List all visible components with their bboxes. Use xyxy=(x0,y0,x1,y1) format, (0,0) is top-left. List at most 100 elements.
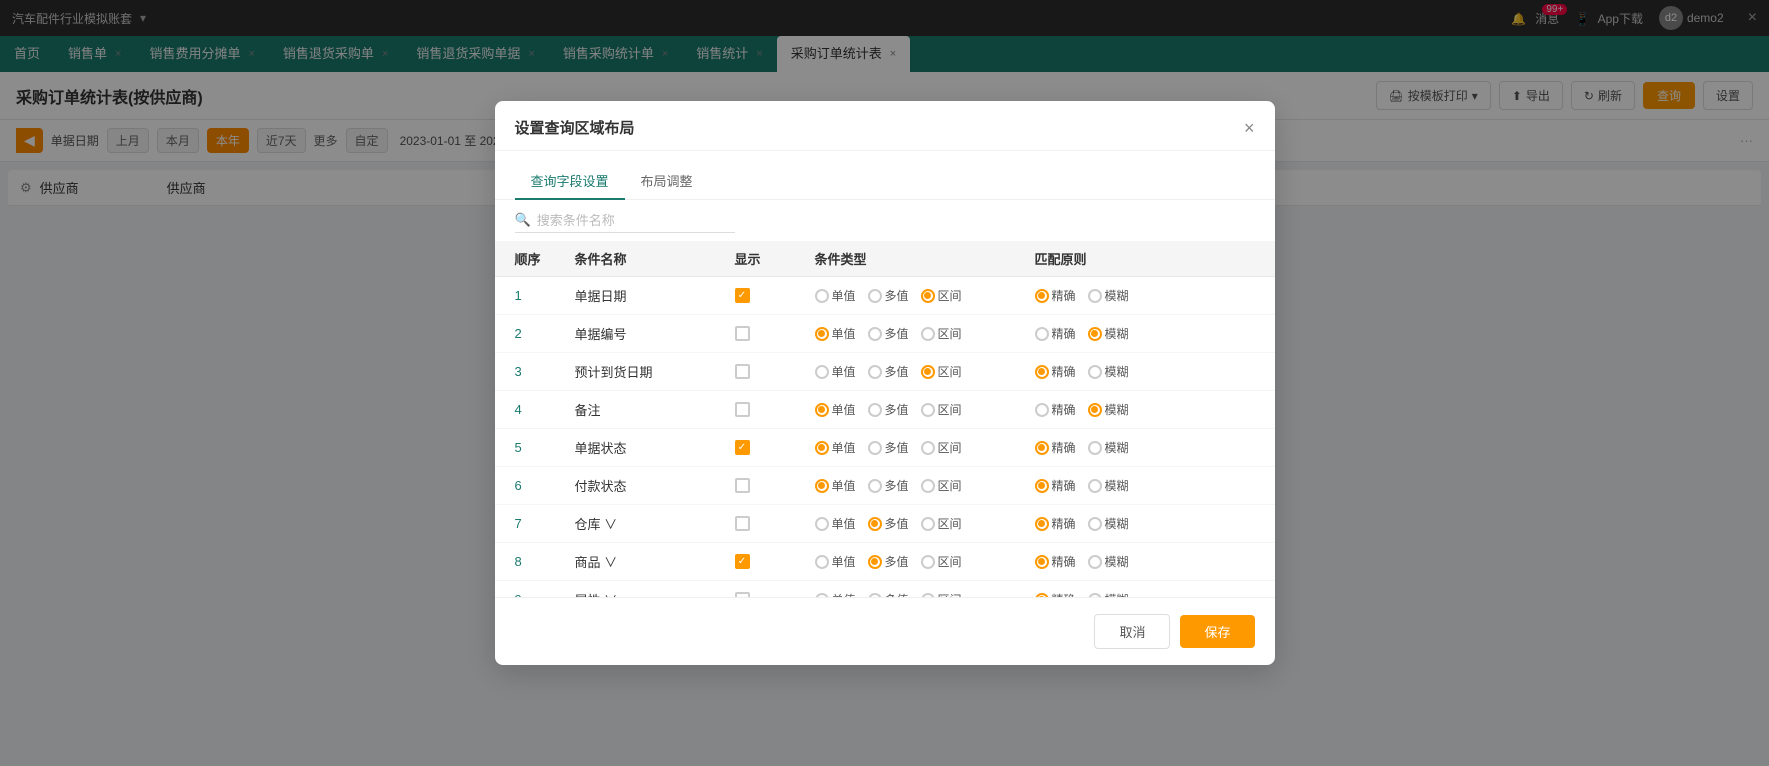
row-name: 备注 xyxy=(575,400,735,419)
row-show-checkbox[interactable] xyxy=(735,440,750,455)
row-show-checkbox[interactable] xyxy=(735,326,750,341)
radio-circle-multi xyxy=(868,289,882,303)
radio-match-fuzzy[interactable]: 模糊 xyxy=(1088,477,1129,494)
row-show-checkbox[interactable] xyxy=(735,516,750,531)
radio-type-multi[interactable]: 多值 xyxy=(868,439,909,456)
radio-circle-single xyxy=(815,517,829,531)
radio-type-single[interactable]: 单值 xyxy=(815,553,856,570)
row-order: 7 xyxy=(515,516,575,531)
radio-circle-match-exact xyxy=(1035,555,1049,569)
table-row: 6付款状态 单值多值区间 精确模糊 xyxy=(495,467,1275,505)
radio-match-exact[interactable]: 精确 xyxy=(1035,477,1076,494)
search-input[interactable] xyxy=(537,213,717,228)
radio-match-fuzzy[interactable]: 模糊 xyxy=(1088,439,1129,456)
radio-circle-multi xyxy=(868,365,882,379)
radio-type-multi[interactable]: 多值 xyxy=(868,515,909,532)
row-name: 属性 ∨ xyxy=(575,590,735,597)
radio-type-range[interactable]: 区间 xyxy=(921,553,962,570)
radio-circle-match-fuzzy xyxy=(1088,479,1102,493)
row-show-checkbox[interactable] xyxy=(735,288,750,303)
table-row: 1单据日期单值多值区间精确模糊 xyxy=(495,277,1275,315)
radio-circle-match-fuzzy xyxy=(1088,289,1102,303)
modal-tab-layout-label: 布局调整 xyxy=(641,174,693,189)
row-match-type: 精确模糊 xyxy=(1035,325,1255,342)
radio-type-range[interactable]: 区间 xyxy=(921,439,962,456)
radio-type-single[interactable]: 单值 xyxy=(815,401,856,418)
cancel-btn[interactable]: 取消 xyxy=(1094,614,1170,649)
row-match-type: 精确模糊 xyxy=(1035,515,1255,532)
row-order: 5 xyxy=(515,440,575,455)
radio-type-range[interactable]: 区间 xyxy=(921,325,962,342)
modal-header: 设置查询区域布局 × xyxy=(495,101,1275,151)
radio-type-multi[interactable]: 多值 xyxy=(868,477,909,494)
radio-type-range[interactable]: 区间 xyxy=(921,477,962,494)
row-name: 商品 ∨ xyxy=(575,552,735,571)
radio-match-exact[interactable]: 精确 xyxy=(1035,363,1076,380)
modal-title: 设置查询区域布局 xyxy=(515,117,635,138)
radio-type-range[interactable]: 区间 xyxy=(921,363,962,380)
radio-circle-single xyxy=(815,441,829,455)
save-btn[interactable]: 保存 xyxy=(1180,615,1254,648)
row-show-checkbox[interactable] xyxy=(735,364,750,379)
radio-type-multi[interactable]: 多值 xyxy=(868,401,909,418)
radio-circle-range xyxy=(921,327,935,341)
radio-type-single[interactable]: 单值 xyxy=(815,439,856,456)
modal-overlay: 设置查询区域布局 × 查询字段设置 布局调整 🔍 顺序 条件名称 xyxy=(0,0,1769,766)
radio-match-fuzzy[interactable]: 模糊 xyxy=(1088,515,1129,532)
radio-type-single[interactable]: 单值 xyxy=(815,287,856,304)
table-row: 8商品 ∨单值多值区间精确模糊 xyxy=(495,543,1275,581)
radio-type-range[interactable]: 区间 xyxy=(921,287,962,304)
modal-footer: 取消 保存 xyxy=(495,597,1275,665)
col-type-header: 条件类型 xyxy=(815,249,1035,268)
radio-type-multi[interactable]: 多值 xyxy=(868,363,909,380)
radio-type-range[interactable]: 区间 xyxy=(921,401,962,418)
row-name: 预计到货日期 xyxy=(575,362,735,381)
radio-match-fuzzy[interactable]: 模糊 xyxy=(1088,553,1129,570)
radio-type-multi[interactable]: 多值 xyxy=(868,553,909,570)
radio-type-range[interactable]: 区间 xyxy=(921,515,962,532)
radio-circle-match-exact xyxy=(1035,365,1049,379)
radio-circle-match-exact xyxy=(1035,517,1049,531)
radio-match-exact[interactable]: 精确 xyxy=(1035,287,1076,304)
modal-close-btn[interactable]: × xyxy=(1244,119,1255,137)
radio-match-exact[interactable]: 精确 xyxy=(1035,439,1076,456)
row-match-type: 精确模糊 xyxy=(1035,439,1255,456)
row-show-checkbox[interactable] xyxy=(735,402,750,417)
row-condition-type: 单值多值区间 xyxy=(815,439,1035,456)
radio-type-single[interactable]: 单值 xyxy=(815,477,856,494)
radio-type-single[interactable]: 单值 xyxy=(815,325,856,342)
radio-match-exact[interactable]: 精确 xyxy=(1035,325,1076,342)
row-name: 付款状态 xyxy=(575,476,735,495)
modal-table-body: 1单据日期单值多值区间精确模糊2单据编号单值多值区间精确模糊3预计到货日期单值多… xyxy=(495,277,1275,597)
row-show-checkbox[interactable] xyxy=(735,554,750,569)
radio-match-fuzzy[interactable]: 模糊 xyxy=(1088,325,1129,342)
radio-match-fuzzy[interactable]: 模糊 xyxy=(1088,401,1129,418)
row-show-checkbox[interactable] xyxy=(735,478,750,493)
radio-type-multi[interactable]: 多值 xyxy=(868,287,909,304)
radio-circle-match-exact xyxy=(1035,479,1049,493)
row-order: 4 xyxy=(515,402,575,417)
radio-match-exact[interactable]: 精确 xyxy=(1035,553,1076,570)
radio-circle-match-exact xyxy=(1035,403,1049,417)
table-row: 7仓库 ∨单值多值区间精确模糊 xyxy=(495,505,1275,543)
row-condition-type: 单值多值区间 xyxy=(815,401,1035,418)
row-order: 1 xyxy=(515,288,575,303)
radio-circle-multi xyxy=(868,327,882,341)
radio-match-exact[interactable]: 精确 xyxy=(1035,401,1076,418)
table-row: 3预计到货日期单值多值区间精确模糊 xyxy=(495,353,1275,391)
radio-circle-match-exact xyxy=(1035,327,1049,341)
radio-type-single[interactable]: 单值 xyxy=(815,515,856,532)
radio-type-multi[interactable]: 多值 xyxy=(868,325,909,342)
radio-circle-multi xyxy=(868,517,882,531)
radio-match-fuzzy[interactable]: 模糊 xyxy=(1088,287,1129,304)
radio-circle-single xyxy=(815,479,829,493)
radio-match-exact[interactable]: 精确 xyxy=(1035,515,1076,532)
modal-search-area: 🔍 xyxy=(495,200,1275,241)
col-name-header: 条件名称 xyxy=(575,249,735,268)
modal-tab-fields[interactable]: 查询字段设置 xyxy=(515,163,625,200)
row-order: 6 xyxy=(515,478,575,493)
radio-type-single[interactable]: 单值 xyxy=(815,363,856,380)
row-match-type: 精确模糊 xyxy=(1035,477,1255,494)
modal-tab-layout[interactable]: 布局调整 xyxy=(625,163,709,200)
radio-match-fuzzy[interactable]: 模糊 xyxy=(1088,363,1129,380)
